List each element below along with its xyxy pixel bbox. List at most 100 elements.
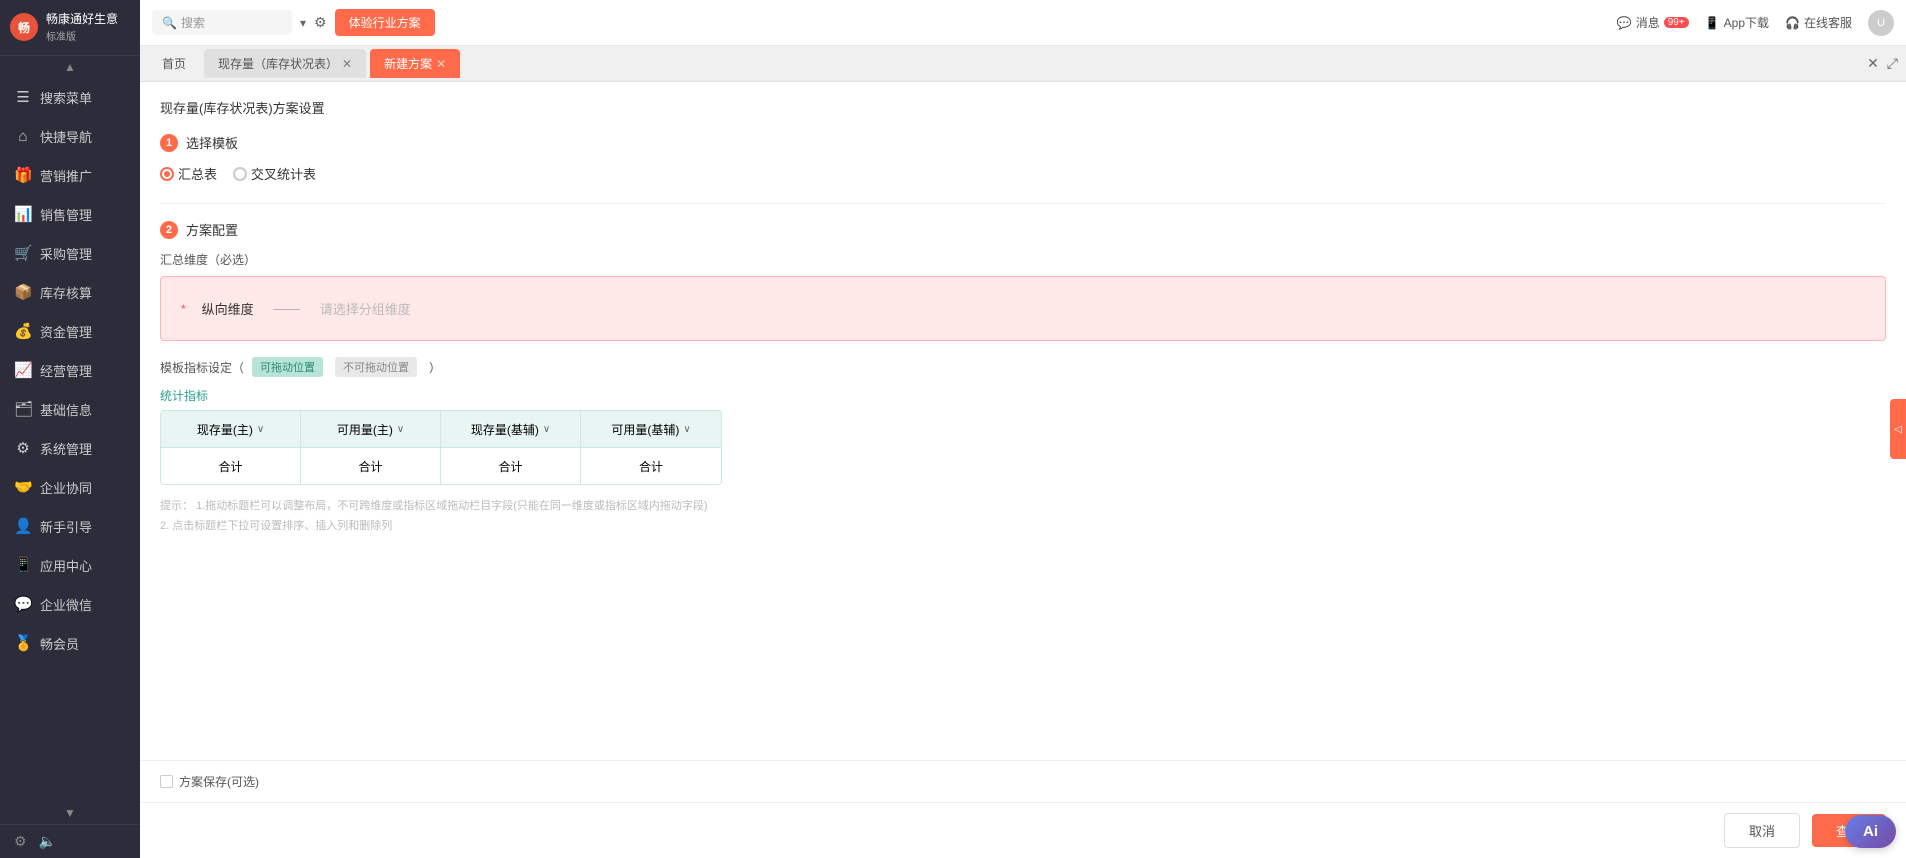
tips-section: 提示： 1.拖动标题栏可以调整布局，不可跨维度或指标区域拖动栏目字段(只能在同一…: [160, 497, 1886, 537]
chevron-icon-0: ∨: [257, 424, 264, 435]
stat-section-title: 统计指标: [160, 387, 1886, 404]
wechat-icon: 💬: [14, 595, 32, 613]
tab-home[interactable]: 首页: [148, 49, 200, 78]
sidebar-scroll-up[interactable]: ▲: [0, 56, 140, 78]
right-edge-hint[interactable]: ◁: [1890, 399, 1906, 459]
stat-cell-0: 合计: [161, 448, 301, 484]
cell2-value: 合计: [498, 458, 522, 475]
ai-button[interactable]: Ai: [1845, 815, 1896, 848]
quick-nav-icon: ⌂: [14, 128, 32, 145]
stat-cell-2: 合计: [441, 448, 581, 484]
sidebar-item-coop[interactable]: 🤝 企业协同: [0, 468, 140, 507]
cancel-button[interactable]: 取消: [1724, 813, 1800, 848]
radio-circle-cross: [233, 167, 247, 181]
sidebar-item-label: 系统管理: [40, 439, 92, 458]
sidebar-item-label: 资金管理: [40, 322, 92, 341]
non-draggable-badge: 不可拖动位置: [335, 357, 417, 377]
sidebar-settings-icon[interactable]: ⚙: [14, 833, 27, 850]
stat-col-3-header[interactable]: 可用量(基辅) ∨: [581, 411, 721, 447]
tab-inventory-status[interactable]: 现存量（库存状况表） ✕: [204, 49, 366, 78]
topbar-dropdown[interactable]: ▾: [300, 16, 306, 30]
inventory-icon: 📦: [14, 283, 32, 301]
stat-col-1-header[interactable]: 可用量(主) ∨: [301, 411, 441, 447]
cell1-value: 合计: [358, 458, 382, 475]
radio-cross[interactable]: 交叉统计表: [233, 164, 316, 183]
sidebar-item-label: 应用中心: [40, 556, 92, 575]
close-window-btn[interactable]: ✕: [1867, 55, 1879, 72]
industry-btn[interactable]: 体验行业方案: [335, 9, 435, 36]
sidebar-item-label: 企业微信: [40, 595, 92, 614]
dim-placeholder: 请选择分组维度: [320, 299, 411, 318]
dimension-label: 汇总维度（必选）: [160, 251, 1886, 268]
tabbar: 首页 现存量（库存状况表） ✕ 新建方案 ✕ ✕ ⤢: [140, 46, 1906, 82]
sidebar-item-sales[interactable]: 📊 销售管理: [0, 195, 140, 234]
app-download-btn[interactable]: 📱 App下载: [1705, 14, 1769, 31]
app-download-label: App下载: [1724, 14, 1769, 31]
section1-label: 选择模板: [186, 133, 238, 152]
stat-col-2-header[interactable]: 现存量(基辅) ∨: [441, 411, 581, 447]
sidebar-item-basic-info[interactable]: 🗂 基础信息: [0, 390, 140, 429]
sidebar-item-label: 企业协同: [40, 478, 92, 497]
tab-close-inventory[interactable]: ✕: [342, 57, 352, 71]
tip1: 1.拖动标题栏可以调整布局，不可跨维度或指标区域拖动栏目字段(只能在同一维度或指…: [196, 500, 708, 512]
sidebar-item-label: 新手引导: [40, 517, 92, 536]
sidebar-item-purchase[interactable]: 🛒 采购管理: [0, 234, 140, 273]
sidebar-scroll-down[interactable]: ▼: [0, 802, 140, 824]
message-btn[interactable]: 💬 消息 99+: [1617, 14, 1689, 31]
tab-close-new-scheme[interactable]: ✕: [436, 57, 446, 71]
draggable-badge: 可拖动位置: [252, 357, 323, 377]
sidebar-nav: ☰ 搜索菜单 ⌂ 快捷导航 🎁 营销推广 📊 销售管理 🛒 采购管理 📦 库存核…: [0, 78, 140, 802]
user-avatar[interactable]: U: [1868, 10, 1894, 36]
sidebar-speaker-icon[interactable]: 🔈: [39, 833, 56, 850]
sidebar-item-membership[interactable]: 🏅 畅会员: [0, 624, 140, 663]
sidebar-item-quick-nav[interactable]: ⌂ 快捷导航: [0, 117, 140, 156]
main-area: 🔍 搜索 ▾ ⚙ 体验行业方案 💬 消息 99+ 📱 App下载 🎧 在线客服 …: [140, 0, 1906, 858]
save-checkbox[interactable]: [160, 775, 173, 788]
stat-cell-3: 合计: [581, 448, 721, 484]
dimension-box: * 纵向维度 —— 请选择分组维度: [160, 276, 1886, 341]
sidebar-item-label: 库存核算: [40, 283, 92, 302]
finance-icon: 💰: [14, 322, 32, 340]
col0-label: 现存量(主): [197, 421, 253, 438]
sidebar-item-app-center[interactable]: 📱 应用中心: [0, 546, 140, 585]
sidebar-item-newbie[interactable]: 👤 新手引导: [0, 507, 140, 546]
sidebar-item-label: 基础信息: [40, 400, 92, 419]
purchase-icon: 🛒: [14, 244, 32, 262]
chevron-icon-2: ∨: [543, 424, 550, 435]
expand-window-btn[interactable]: ⤢: [1887, 55, 1898, 72]
stat-col-0-header[interactable]: 现存量(主) ∨: [161, 411, 301, 447]
sidebar-item-label: 经营管理: [40, 361, 92, 380]
newbie-icon: 👤: [14, 517, 32, 535]
section2-num: 2: [160, 221, 178, 239]
cell0-value: 合计: [218, 458, 242, 475]
app-center-icon: 📱: [14, 556, 32, 574]
sidebar-item-label: 营销推广: [40, 166, 92, 185]
dim-divider: ——: [274, 301, 300, 316]
topbar-gear-icon[interactable]: ⚙: [314, 14, 327, 31]
stat-table: 现存量(主) ∨ 可用量(主) ∨: [160, 410, 722, 485]
tip-label: 提示：: [160, 500, 193, 512]
tab-label: 新建方案: [384, 55, 432, 72]
col1-label: 可用量(主): [337, 421, 393, 438]
section-choose-template: 1 选择模板 汇总表 交叉统计表: [160, 133, 1886, 183]
sidebar-item-finance[interactable]: 💰 资金管理: [0, 312, 140, 351]
sidebar-item-marketing[interactable]: 🎁 营销推广: [0, 156, 140, 195]
sidebar-item-search-menu[interactable]: ☰ 搜索菜单: [0, 78, 140, 117]
required-mark: *: [181, 302, 186, 316]
sidebar-item-wechat[interactable]: 💬 企业微信: [0, 585, 140, 624]
tab-new-scheme[interactable]: 新建方案 ✕: [370, 49, 460, 78]
vertical-dim-label: 纵向维度: [202, 299, 254, 318]
tab-label: 现存量（库存状况表）: [218, 55, 338, 72]
app-logo-icon: 畅: [10, 13, 38, 41]
online-service-btn[interactable]: 🎧 在线客服: [1785, 14, 1852, 31]
topbar-search[interactable]: 🔍 搜索: [152, 10, 292, 35]
sidebar-bottom: ⚙ 🔈: [0, 824, 140, 858]
sidebar-item-inventory[interactable]: 📦 库存核算: [0, 273, 140, 312]
marketing-icon: 🎁: [14, 166, 32, 184]
sidebar-item-operations[interactable]: 📈 经营管理: [0, 351, 140, 390]
headset-icon: 🎧: [1785, 16, 1800, 30]
membership-icon: 🏅: [14, 634, 32, 652]
sidebar-item-system[interactable]: ⚙ 系统管理: [0, 429, 140, 468]
radio-summary[interactable]: 汇总表: [160, 164, 217, 183]
indicator-label-suffix: ）: [429, 359, 441, 376]
